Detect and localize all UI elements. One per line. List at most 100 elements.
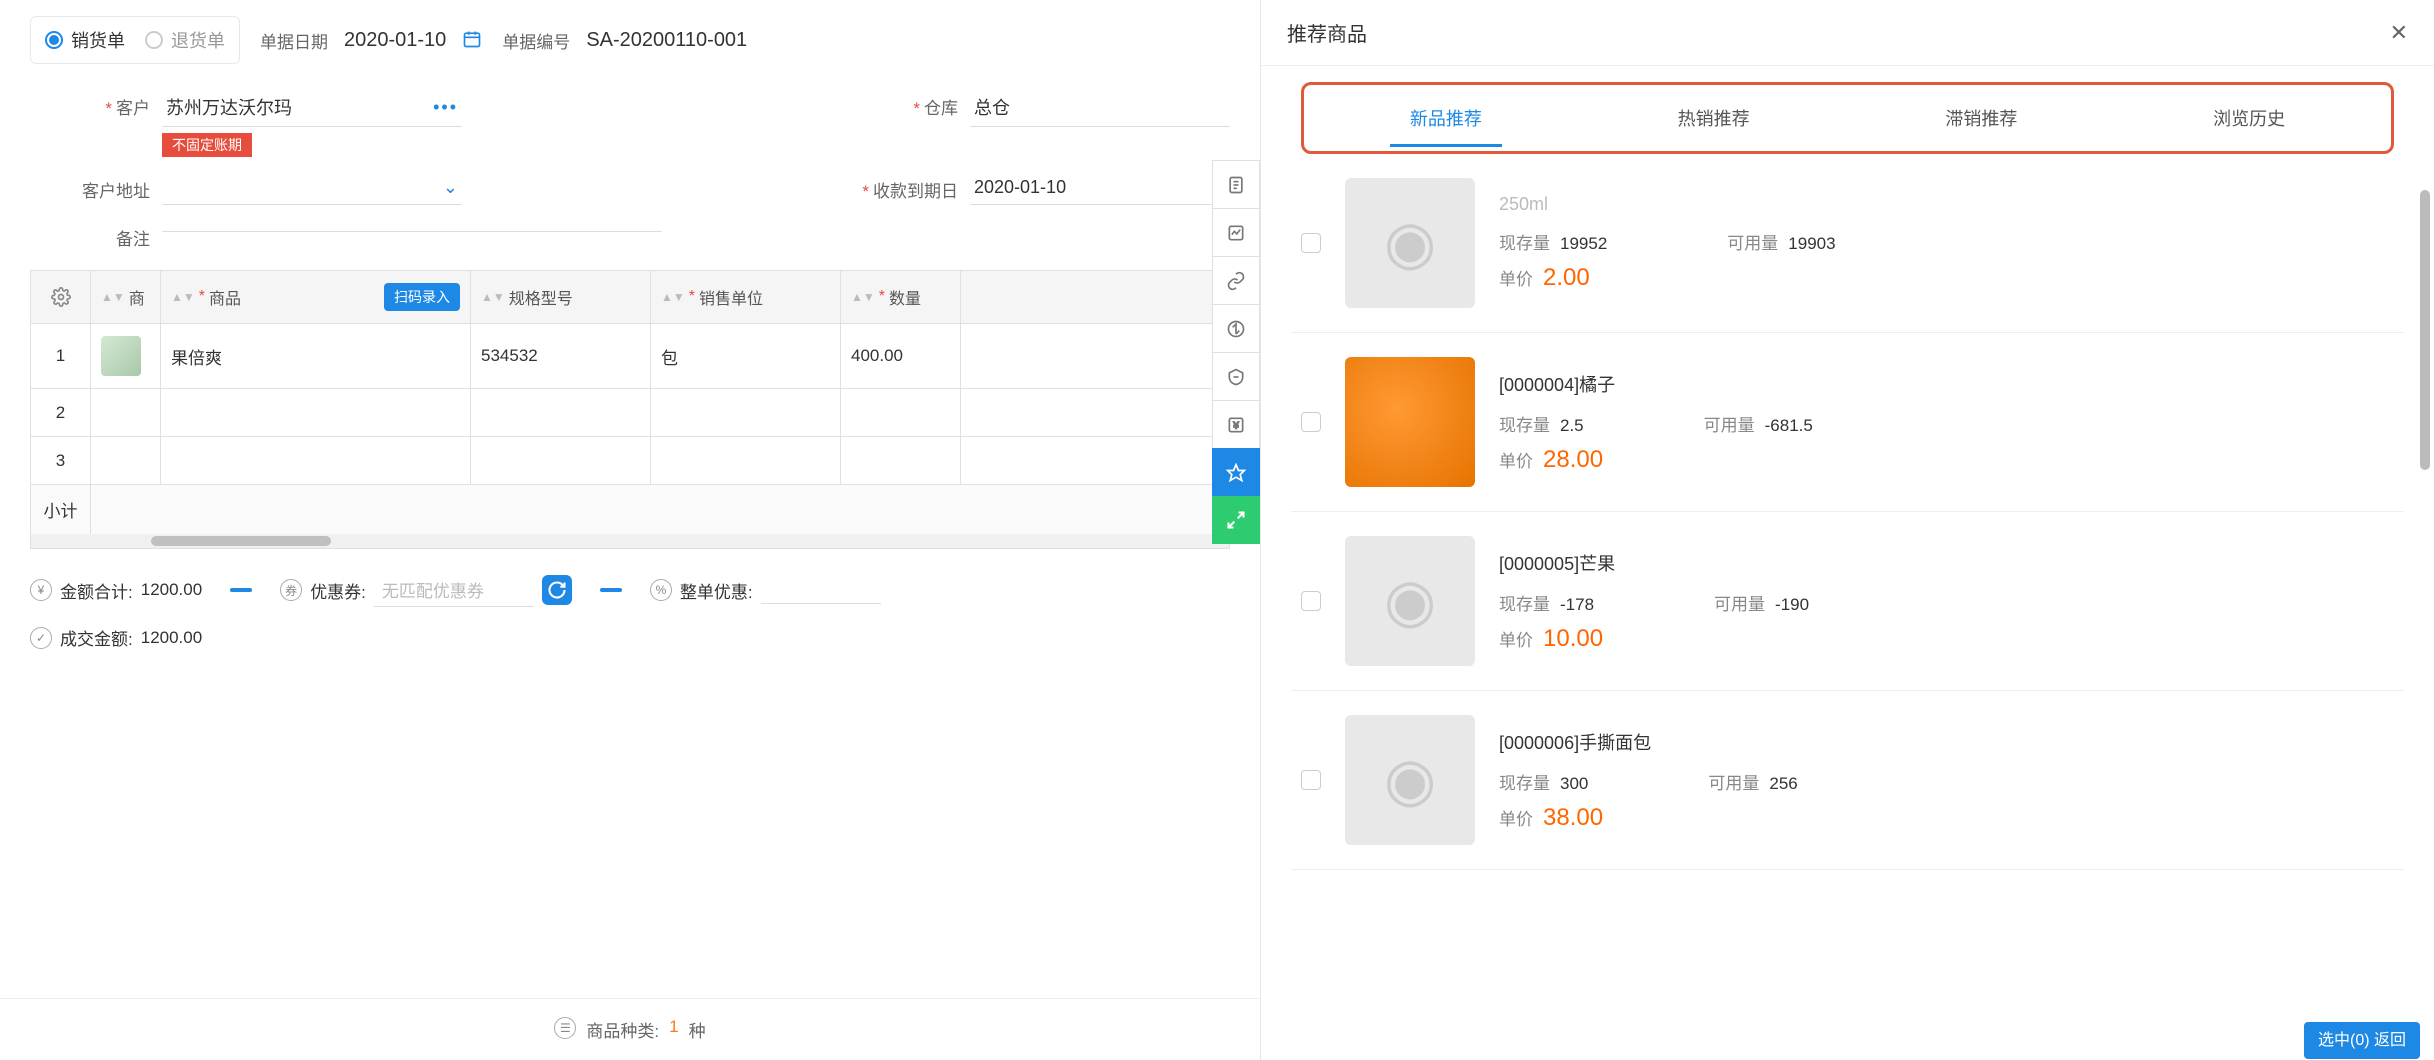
row-index: 1 [31,324,91,388]
warehouse-label: *仓库 [838,88,958,119]
doc-date-label: 单据日期 [260,28,328,53]
recommend-item[interactable]: ◉ [0000005]芒果 现存量-178 可用量-190 单价10.00 [1291,512,2404,691]
doc-no-value: SA-20200110-001 [586,29,747,52]
items-table: ▲▼商 ▲▼*商品扫码录入 ▲▼规格型号 ▲▼*销售单位 ▲▼*数量 1 果倍爽… [30,270,1230,549]
price-field: 单价2.00 [1499,264,2394,292]
item-checkbox[interactable] [1301,770,1321,790]
customer-input[interactable]: 苏州万达沃尔玛 ••• [162,88,462,127]
row-thumb [91,389,161,436]
currency-icon[interactable]: ¥ [1212,400,1260,448]
th-qty[interactable]: ▲▼*数量 [841,271,961,323]
row-index: 2 [31,389,91,436]
coupon-input[interactable]: 无匹配优惠券 [374,573,534,607]
item-image [1345,357,1475,487]
row-thumb [91,437,161,484]
th-image[interactable]: ▲▼商 [91,271,161,323]
address-input[interactable]: ⌄ [162,171,462,205]
table-row[interactable]: 1 果倍爽 534532 包 400.00 [31,324,1229,389]
customer-label: *客户 [30,88,150,119]
star-icon[interactable] [1212,448,1260,496]
row-product[interactable] [161,389,471,436]
discount-input[interactable] [761,576,881,604]
more-icon[interactable]: ••• [433,97,458,118]
item-image: ◉ [1345,178,1475,308]
note-icon[interactable] [1212,160,1260,208]
deal-icon: ✓ [30,627,52,649]
horizontal-scrollbar[interactable] [31,534,1229,548]
price-field: 单价28.00 [1499,446,2394,474]
th-unit[interactable]: ▲▼*销售单位 [651,271,841,323]
shield-icon[interactable] [1212,352,1260,400]
row-unit[interactable] [651,437,841,484]
discount-icon: % [650,579,672,601]
due-date-input[interactable]: 2020-01-10 [970,171,1230,205]
remark-input[interactable] [162,219,662,232]
calendar-icon[interactable] [462,29,482,52]
recommend-item[interactable]: [0000004]橘子 现存量2.5 可用量-681.5 单价28.00 [1291,333,2404,512]
doc-date-field[interactable]: 单据日期 2020-01-10 [260,28,482,53]
avail-field: 可用量-681.5 [1704,411,1813,436]
exchange-icon[interactable] [1212,304,1260,352]
chevron-down-icon[interactable]: ⌄ [443,177,458,198]
svg-text:¥: ¥ [1232,420,1239,430]
discount-field: % 整单优惠: [650,576,881,604]
customer-value: 苏州万达沃尔玛 [166,94,292,120]
radio-return-order[interactable]: 退货单 [145,27,225,53]
stock-field: 现存量19952 [1499,229,1607,254]
doc-no-label: 单据编号 [502,28,570,53]
radio-sales-order[interactable]: 销货单 [45,27,125,53]
vertical-scrollbar[interactable] [2420,190,2430,470]
item-name: [0000004]橘子 [1499,371,2394,397]
warehouse-input[interactable]: 总仓 [970,88,1230,127]
row-qty[interactable] [841,437,961,484]
avail-field: 可用量-190 [1714,590,1809,615]
minus-icon [230,588,252,592]
subtotal-label: 小计 [31,485,91,534]
table-row[interactable]: 2 [31,389,1229,437]
account-period-tag: 不固定账期 [162,133,252,157]
avail-field: 可用量19903 [1727,229,1835,254]
subtotal-row [91,485,1229,534]
row-thumb [91,324,161,388]
panel-title: 推荐商品 [1287,18,1367,47]
chart-icon[interactable] [1212,208,1260,256]
tab-history[interactable]: 浏览历史 [2183,91,2315,145]
doc-number-field: 单据编号 SA-20200110-001 [502,28,747,53]
row-spec[interactable] [471,437,651,484]
tab-new[interactable]: 新品推荐 [1380,91,1512,145]
coupon-icon: 券 [280,579,302,601]
selected-return-button[interactable]: 选中(0) 返回 [2304,1022,2420,1059]
row-spec[interactable]: 534532 [471,324,651,388]
row-product[interactable] [161,437,471,484]
row-product[interactable]: 果倍爽 [161,324,471,388]
row-unit[interactable]: 包 [651,324,841,388]
row-qty[interactable]: 400.00 [841,324,961,388]
table-row[interactable]: 3 [31,437,1229,485]
price-field: 单价38.00 [1499,804,2394,832]
item-name: [0000005]芒果 [1499,550,2394,576]
settings-column[interactable] [31,271,91,323]
address-label: 客户地址 [30,171,150,202]
due-date-label: *收款到期日 [838,171,958,202]
item-checkbox[interactable] [1301,412,1321,432]
item-checkbox[interactable] [1301,591,1321,611]
row-unit[interactable] [651,389,841,436]
th-product[interactable]: ▲▼*商品扫码录入 [161,271,471,323]
item-checkbox[interactable] [1301,233,1321,253]
radio-label: 销货单 [71,27,125,53]
tab-hot[interactable]: 热销推荐 [1648,91,1780,145]
due-date-value: 2020-01-10 [974,177,1066,198]
th-spec[interactable]: ▲▼规格型号 [471,271,651,323]
recommend-item[interactable]: ◉ 250ml 现存量19952 可用量19903 单价2.00 [1291,154,2404,333]
recommend-item[interactable]: ◉ [0000006]手撕面包 现存量300 可用量256 单价38.00 [1291,691,2404,870]
recommend-tabs: 新品推荐 热销推荐 滞销推荐 浏览历史 [1301,82,2394,154]
refresh-coupon-button[interactable] [542,575,572,605]
tab-slow[interactable]: 滞销推荐 [1915,91,2047,145]
radio-icon [145,31,163,49]
close-icon[interactable]: ✕ [2390,20,2408,46]
expand-icon[interactable] [1212,496,1260,544]
row-spec[interactable] [471,389,651,436]
link-icon[interactable] [1212,256,1260,304]
row-qty[interactable] [841,389,961,436]
scan-entry-button[interactable]: 扫码录入 [384,283,460,311]
